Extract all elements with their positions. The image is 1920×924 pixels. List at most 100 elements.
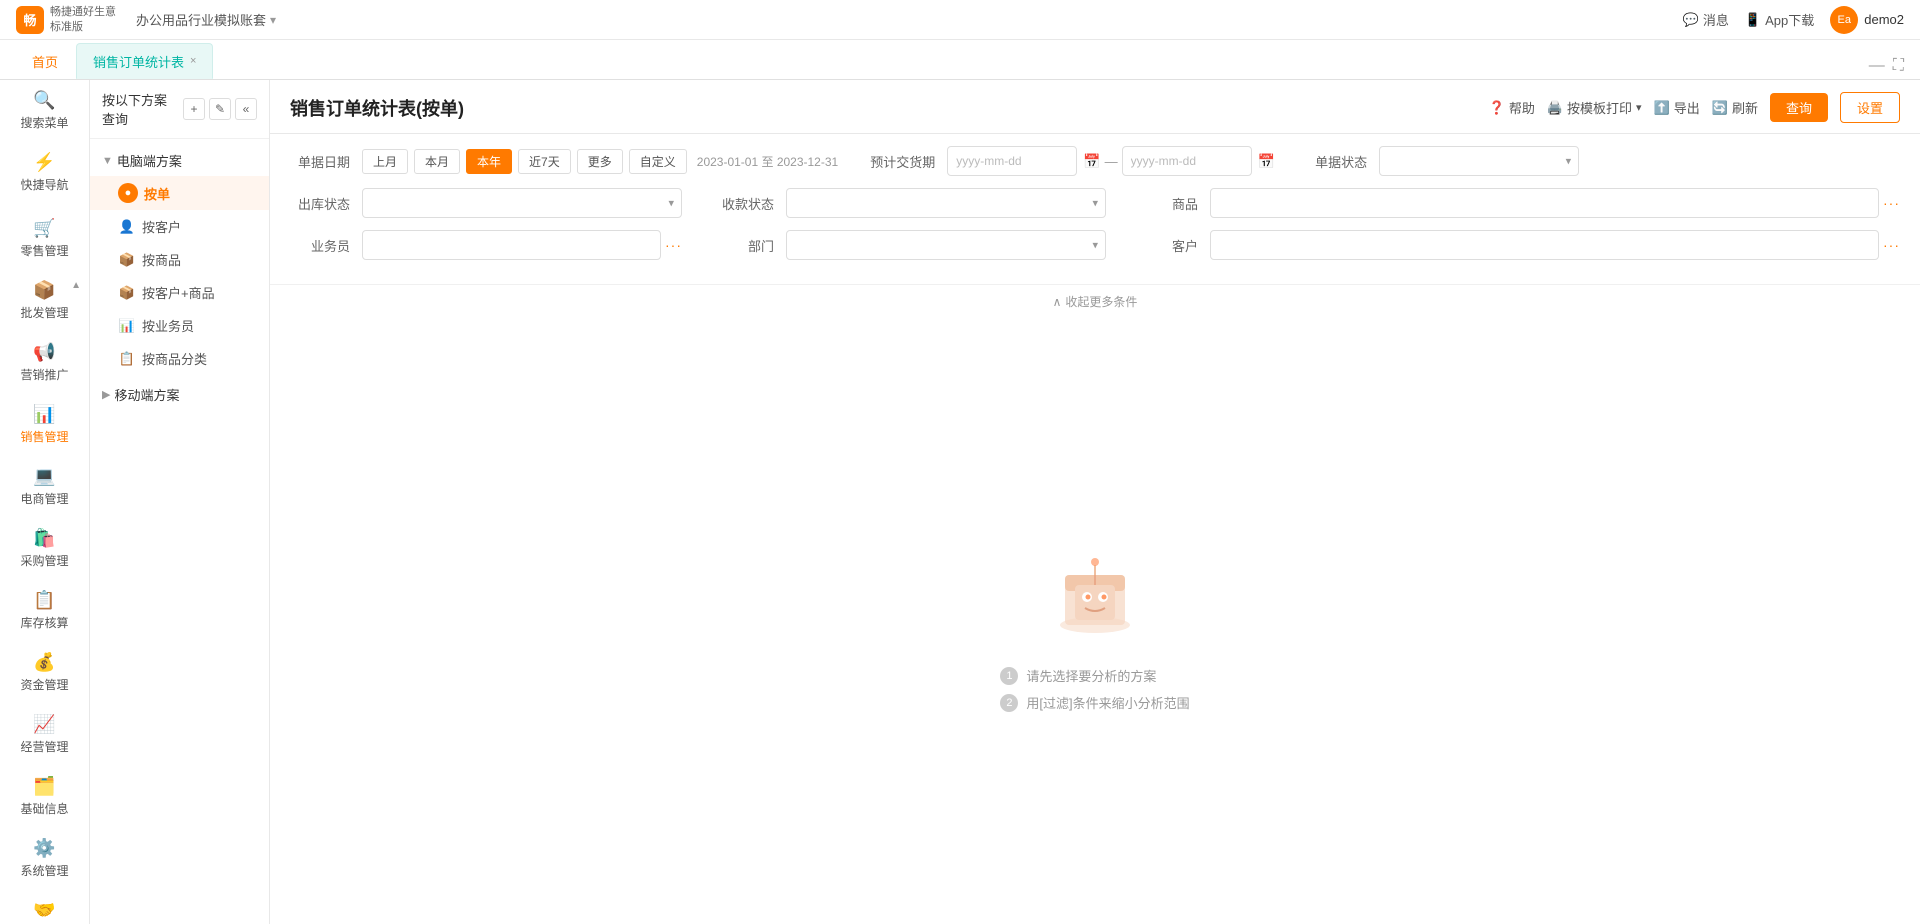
scheme-item-label: 按业务员	[142, 316, 194, 335]
sidebar-item-purchase[interactable]: 🛍️ 采购管理	[0, 518, 89, 580]
sidebar-item-label: 经营管理	[20, 738, 68, 755]
sidebar-item-ecommerce[interactable]: 💻 电商管理	[0, 456, 89, 518]
empty-tip-2: 2 用[过滤]条件来缩小分析范围	[1000, 693, 1189, 712]
sidebar-item-operations[interactable]: 📈 经营管理	[0, 704, 89, 766]
sidebar-item-basic[interactable]: 🗂️ 基础信息	[0, 766, 89, 828]
print-icon: 🖨️	[1547, 100, 1563, 116]
sidebar-item-sales[interactable]: 📊 销售管理	[0, 394, 89, 456]
collapse-panel-button[interactable]: «	[235, 98, 257, 120]
query-button[interactable]: 查询	[1770, 93, 1828, 122]
receipt-status-select[interactable]	[786, 188, 1106, 218]
breadcrumb-dropdown-icon[interactable]: ▾	[270, 13, 276, 27]
salesperson-input[interactable]	[362, 230, 661, 260]
sidebar-item-inventory[interactable]: 📋 库存核算	[0, 580, 89, 642]
tab-sales-order-stats[interactable]: 销售订单统计表 ×	[76, 43, 213, 79]
goods-scheme-icon: 📦	[118, 251, 136, 269]
salesperson-more-button[interactable]: ···	[665, 237, 682, 253]
date-this-year-btn[interactable]: 本年	[466, 149, 512, 174]
add-scheme-button[interactable]: +	[183, 98, 205, 120]
customer-input[interactable]	[1210, 230, 1879, 260]
sidebar-item-retail[interactable]: 🛒 零售管理	[0, 208, 89, 270]
empty-svg	[1035, 530, 1155, 650]
scheme-item-by-customer-goods[interactable]: 📦 按客户+商品	[90, 276, 269, 309]
department-select[interactable]	[786, 230, 1106, 260]
department-select-wrap	[786, 230, 1106, 260]
sidebar-item-label: 搜索菜单	[20, 114, 68, 131]
salesperson-scheme-icon: 📊	[118, 317, 136, 335]
left-panel-title: 按以下方案查询	[102, 90, 177, 128]
sidebar-item-finance[interactable]: 💰 资金管理	[0, 642, 89, 704]
sidebar-item-marketing[interactable]: 📢 营销推广	[0, 332, 89, 394]
order-status-select-wrap	[1379, 146, 1579, 176]
sales-icon: 📊	[33, 404, 55, 425]
cal-icon-start[interactable]: 📅	[1083, 153, 1100, 170]
date-7days-btn[interactable]: 近7天	[518, 149, 571, 174]
goods-input[interactable]	[1210, 188, 1879, 218]
refresh-button[interactable]: 🔄 刷新	[1712, 98, 1758, 117]
order-status-select[interactable]	[1379, 146, 1579, 176]
date-curr-month-btn[interactable]: 本月	[414, 149, 460, 174]
date-custom-btn[interactable]: 自定义	[629, 149, 687, 174]
sidebar-item-label: 营销推广	[20, 366, 68, 383]
customer-goods-scheme-icon: 📦	[118, 284, 136, 302]
page-title: 销售订单统计表(按单)	[290, 95, 464, 121]
top-bar-left: 畅 畅捷通好生意 标准版 办公用品行业模拟账套 ▾	[16, 5, 276, 34]
goods-more-button[interactable]: ···	[1883, 195, 1900, 211]
date-more-btn[interactable]: 更多	[577, 149, 623, 174]
top-bar-right: 💬 消息 📱 App下载 Ea demo2	[1683, 6, 1904, 34]
wholesale-icon: 📦	[33, 280, 55, 301]
collapse-bar[interactable]: ∧ 收起更多条件	[270, 284, 1920, 318]
help-icon: ❓	[1489, 100, 1505, 116]
settings-button[interactable]: 设置	[1840, 92, 1900, 123]
salesperson-label: 业务员	[290, 236, 350, 255]
tab-home[interactable]: 首页	[16, 43, 74, 79]
collapse-icon: ∧	[1053, 295, 1062, 309]
content-title-actions: ❓ 帮助 🖨️ 按模板打印 ▾ ⬆️ 导出 🔄 刷新	[1489, 92, 1900, 123]
app-download-button[interactable]: 📱 App下载	[1745, 10, 1814, 29]
message-button[interactable]: 💬 消息	[1683, 10, 1729, 29]
filter-row-3: 业务员 ··· 部门 客户 ···	[290, 230, 1900, 260]
scheme-item-by-customer[interactable]: 👤 按客户	[90, 210, 269, 243]
scheme-item-by-order[interactable]: ● 按单	[90, 176, 269, 210]
expected-date-start-input[interactable]	[947, 146, 1077, 176]
mobile-group-label: 移动端方案	[114, 385, 179, 404]
cal-icon-end[interactable]: 📅	[1258, 153, 1275, 170]
date-prev-month-btn[interactable]: 上月	[362, 149, 408, 174]
help-button[interactable]: ❓ 帮助	[1489, 98, 1535, 117]
filter-date-group: 上月 本月 本年 近7天 更多 自定义 2023-01-01 至 2023-12…	[362, 149, 838, 174]
expected-date-end-input[interactable]	[1122, 146, 1252, 176]
scheme-item-by-salesperson[interactable]: 📊 按业务员	[90, 309, 269, 342]
sidebar-item-shortcut[interactable]: ⚡ 快捷导航	[0, 142, 89, 204]
sidebar-item-label: 批发管理	[20, 304, 68, 321]
tip-1-text: 请先选择要分析的方案	[1026, 666, 1156, 685]
tab-close-icon[interactable]: ×	[190, 55, 196, 67]
sidebar-item-system[interactable]: ⚙️ 系统管理	[0, 828, 89, 890]
tab-maximize-icon[interactable]: ⛶	[1893, 57, 1904, 75]
customer-label: 客户	[1138, 236, 1198, 255]
customer-more-button[interactable]: ···	[1883, 237, 1900, 253]
scheme-group-header[interactable]: ▼ 电脑端方案	[90, 145, 269, 176]
logo-icon: 畅	[16, 6, 44, 34]
collapse-more-conditions-button[interactable]: ∧ 收起更多条件	[1053, 293, 1138, 310]
sidebar-item-label: 库存核算	[20, 614, 68, 631]
retail-icon: 🛒	[33, 218, 55, 239]
tab-minimize-icon[interactable]: —	[1869, 57, 1885, 75]
expand-icon: ▲	[71, 280, 81, 291]
user-area[interactable]: Ea demo2	[1830, 6, 1904, 34]
edit-scheme-button[interactable]: ✎	[209, 98, 231, 120]
sidebar-item-wholesale[interactable]: 📦 批发管理 ▲	[0, 270, 89, 332]
sidebar-item-label: 系统管理	[20, 862, 68, 879]
scheme-item-by-category[interactable]: 📋 按商品分类	[90, 342, 269, 375]
tab-bar-actions: — ⛶	[1869, 57, 1904, 79]
purchase-icon: 🛍️	[33, 528, 55, 549]
filter-area: 单据日期 上月 本月 本年 近7天 更多 自定义 2023-01-01 至 20…	[270, 134, 1920, 284]
print-dropdown-icon[interactable]: ▾	[1636, 101, 1642, 114]
sidebar-item-search[interactable]: 🔍 搜索菜单	[0, 80, 89, 142]
print-button[interactable]: 🖨️ 按模板打印 ▾	[1547, 98, 1642, 117]
sidebar-item-enterprise[interactable]: 🤝 企业协同	[0, 890, 89, 924]
scheme-group-mobile-header[interactable]: ▶ 移动端方案	[90, 379, 269, 410]
scheme-item-by-goods[interactable]: 📦 按商品	[90, 243, 269, 276]
export-button[interactable]: ⬆️ 导出	[1654, 98, 1700, 117]
finance-icon: 💰	[33, 652, 55, 673]
ship-status-select[interactable]	[362, 188, 682, 218]
